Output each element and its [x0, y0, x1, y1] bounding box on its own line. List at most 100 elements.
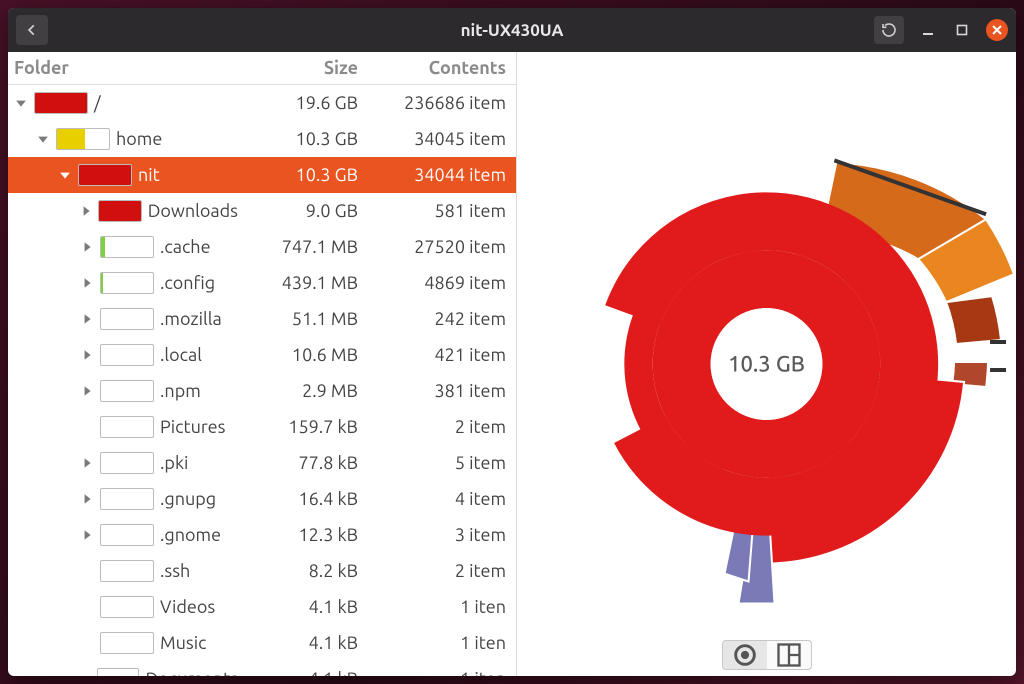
folder-contents: 5 item: [366, 453, 516, 473]
usage-bar: [100, 524, 154, 546]
folder-size: 51.1 MB: [238, 309, 366, 329]
folder-name: home: [116, 129, 162, 149]
expand-icon[interactable]: [80, 276, 94, 290]
tree-row[interactable]: nit10.3 GB34044 item: [8, 157, 516, 193]
expand-icon[interactable]: [80, 348, 94, 362]
folder-contents: 581 item: [366, 201, 516, 221]
folder-contents: 1 iten: [366, 633, 516, 653]
folder-size: 19.6 GB: [238, 93, 366, 113]
tree-header: Folder Size Contents: [8, 52, 516, 85]
folder-name: .mozilla: [160, 309, 222, 329]
expand-icon: [80, 600, 94, 614]
expand-icon[interactable]: [80, 456, 94, 470]
back-button[interactable]: [16, 15, 48, 45]
column-contents-header[interactable]: Contents: [366, 58, 516, 78]
folder-name: Music: [160, 633, 206, 653]
expand-icon: [80, 564, 94, 578]
tree-row[interactable]: .pki 77.8 kB5 item: [8, 445, 516, 481]
tree-row[interactable]: Pictures 159.7 kB2 item: [8, 409, 516, 445]
usage-bar: [97, 668, 140, 676]
ring-view-button[interactable]: [723, 641, 767, 669]
tree-row[interactable]: .local10.6 MB421 item: [8, 337, 516, 373]
folder-size: 12.3 kB: [238, 525, 366, 545]
usage-bar: [100, 308, 154, 330]
refresh-button[interactable]: [874, 16, 904, 44]
tree-row[interactable]: Music4.1 kB1 iten: [8, 625, 516, 661]
folder-size: 159.7 kB: [238, 417, 366, 437]
folder-contents: 1 iten: [366, 597, 516, 617]
expand-icon[interactable]: [80, 240, 94, 254]
folder-contents: 34044 item: [366, 165, 516, 185]
usage-bar: [100, 452, 154, 474]
tree-row[interactable]: .cache 747.1 MB27520 item: [8, 229, 516, 265]
folder-size: 10.3 GB: [238, 165, 366, 185]
folder-size: 16.4 kB: [238, 489, 366, 509]
usage-bar: [100, 560, 154, 582]
usage-bar: [100, 596, 154, 618]
tree-row[interactable]: Downloads9.0 GB581 item: [8, 193, 516, 229]
treemap-view-button[interactable]: [767, 641, 811, 669]
folder-name: .pki: [160, 453, 188, 473]
titlebar: nit-UX430UA: [8, 8, 1016, 52]
folder-contents: 4869 item: [366, 273, 516, 293]
usage-bar: [98, 200, 142, 222]
tree-row[interactable]: .config439.1 MB4869 item: [8, 265, 516, 301]
expand-icon[interactable]: [80, 528, 94, 542]
tree-row[interactable]: .gnome12.3 kB3 item: [8, 517, 516, 553]
folder-name: Pictures: [160, 417, 225, 437]
folder-contents: 421 item: [366, 345, 516, 365]
window-body: Folder Size Contents /19.6 GB236686 item…: [8, 52, 1016, 676]
folder-size: 439.1 MB: [238, 273, 366, 293]
expand-icon: [80, 636, 94, 650]
usage-bar: [78, 164, 132, 186]
usage-bar: [100, 488, 154, 510]
tree-row[interactable]: .gnupg16.4 kB4 item: [8, 481, 516, 517]
folder-contents: 34045 item: [366, 129, 516, 149]
folder-size: 77.8 kB: [238, 453, 366, 473]
tree-row[interactable]: Documents4.1 kB1 iten: [8, 661, 516, 676]
tree-row[interactable]: .npm2.9 MB381 item: [8, 373, 516, 409]
expand-icon[interactable]: [80, 312, 94, 326]
usage-bar: [100, 236, 154, 258]
folder-contents: 2 item: [366, 561, 516, 581]
expand-icon[interactable]: [14, 96, 28, 110]
usage-bar: [100, 632, 154, 654]
tree-row[interactable]: Videos4.1 kB1 iten: [8, 589, 516, 625]
tree-row[interactable]: home 10.3 GB34045 item: [8, 121, 516, 157]
expand-icon[interactable]: [36, 132, 50, 146]
usage-bar: [100, 380, 154, 402]
folder-size: 747.1 MB: [238, 237, 366, 257]
column-folder-header[interactable]: Folder: [14, 58, 238, 78]
usage-bar: [100, 416, 154, 438]
usage-bar: [100, 272, 154, 294]
folder-size: 4.1 kB: [238, 669, 366, 676]
usage-bar: [56, 128, 110, 150]
folder-contents: 27520 item: [366, 237, 516, 257]
minimize-button[interactable]: [918, 20, 938, 40]
chart-view-toggle: [722, 640, 812, 670]
expand-icon[interactable]: [58, 168, 72, 182]
expand-icon[interactable]: [80, 204, 92, 218]
tree-row[interactable]: .ssh8.2 kB2 item: [8, 553, 516, 589]
tree-row[interactable]: .mozilla51.1 MB242 item: [8, 301, 516, 337]
usage-bar: [34, 92, 88, 114]
maximize-button[interactable]: [952, 20, 972, 40]
folder-name: Documents: [145, 669, 238, 676]
app-window: nit-UX430UA Folder Size Contents /19.6 G…: [8, 8, 1016, 676]
expand-icon[interactable]: [80, 492, 94, 506]
column-size-header[interactable]: Size: [238, 58, 366, 78]
expand-icon[interactable]: [80, 384, 94, 398]
close-button[interactable]: [986, 19, 1008, 41]
folder-name: .cache: [160, 237, 211, 257]
folder-name: .gnupg: [160, 489, 216, 509]
folder-size: 10.6 MB: [238, 345, 366, 365]
window-title: nit-UX430UA: [8, 21, 1016, 40]
folder-contents: 1 iten: [366, 669, 516, 676]
tree-row[interactable]: /19.6 GB236686 item: [8, 85, 516, 121]
folder-size: 9.0 GB: [238, 201, 366, 221]
tree-rows: /19.6 GB236686 item home 10.3 GB34045 item…: [8, 85, 516, 676]
folder-contents: 2 item: [366, 417, 516, 437]
folder-size: 10.3 GB: [238, 129, 366, 149]
folder-name: Videos: [160, 597, 215, 617]
folder-size: 8.2 kB: [238, 561, 366, 581]
